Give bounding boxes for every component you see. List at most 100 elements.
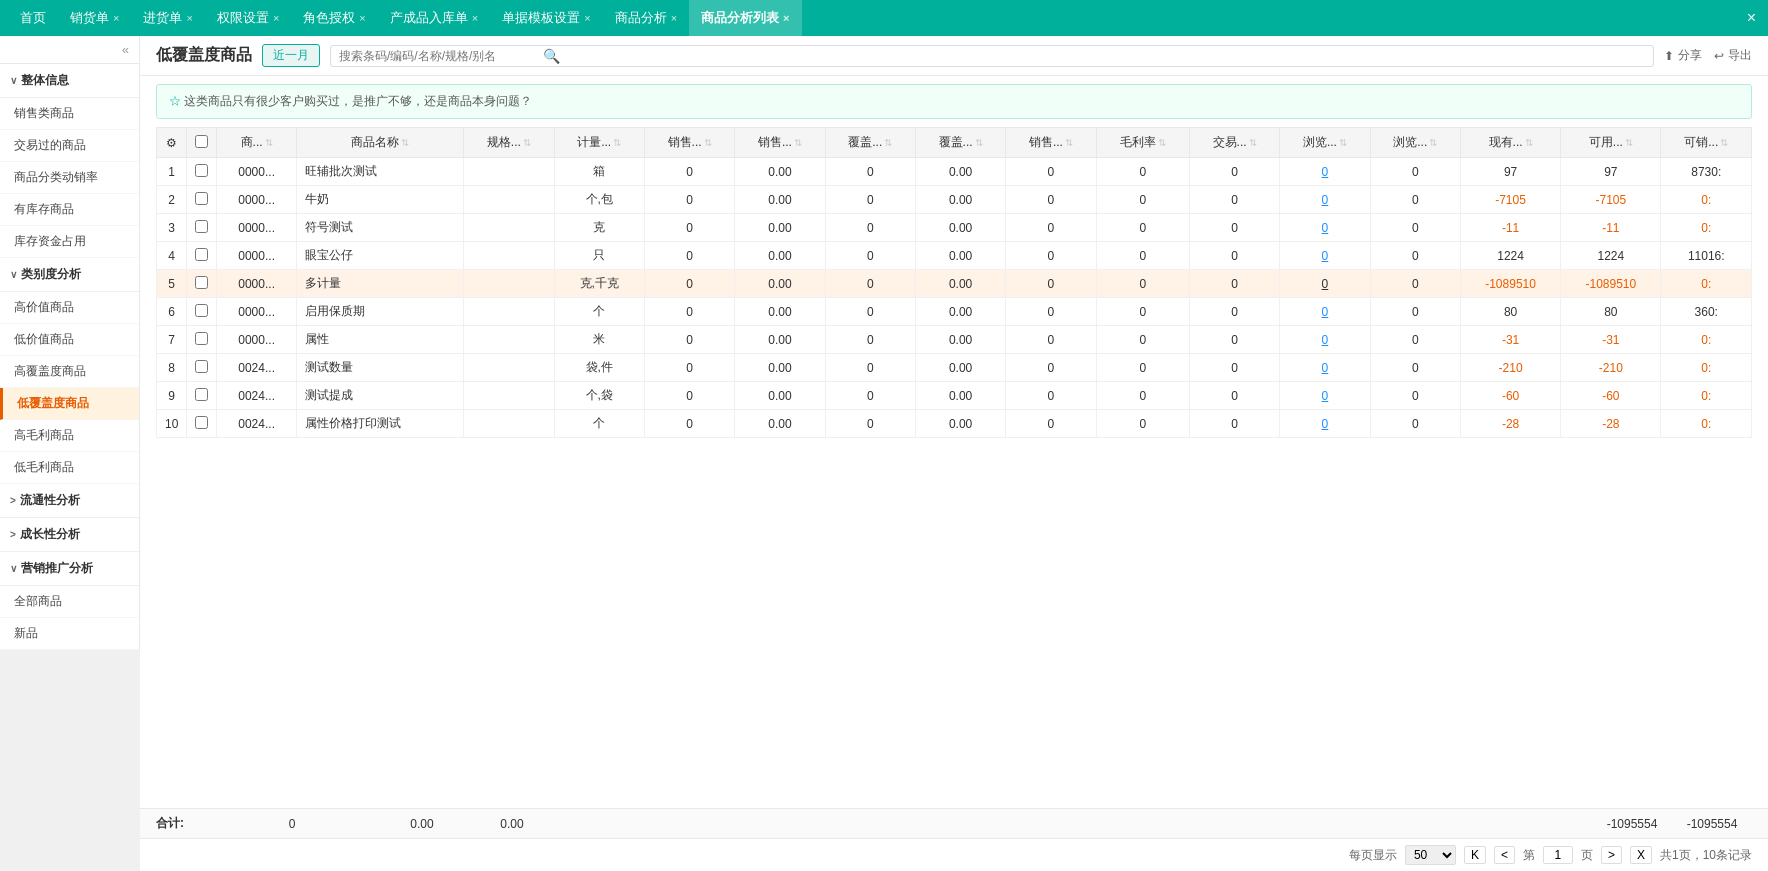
row-select-checkbox[interactable] (195, 388, 208, 401)
sidebar-item-sales-products[interactable]: 销售类商品 (0, 98, 139, 130)
nav-tab-sales[interactable]: 销货单 × (58, 0, 131, 36)
col-settings[interactable]: ⚙ (157, 128, 187, 158)
col-unit-header[interactable]: 计量...⇅ (554, 128, 644, 158)
row-checkbox[interactable] (187, 354, 217, 382)
nav-tab-analysis-close[interactable]: × (671, 12, 677, 24)
row-checkbox[interactable] (187, 382, 217, 410)
col-coverage1-header[interactable]: 覆盖...⇅ (825, 128, 915, 158)
row-browse1[interactable]: 0 (1280, 326, 1370, 354)
col-browse1-header[interactable]: 浏览...⇅ (1280, 128, 1370, 158)
sidebar-section-liquidity[interactable]: > 流通性分析 (0, 484, 139, 518)
row-checkbox[interactable] (187, 410, 217, 438)
sidebar-section-category[interactable]: ∨ 类别度分析 (0, 258, 139, 292)
nav-tab-role-close[interactable]: × (359, 12, 365, 24)
row-browse1[interactable]: 0 (1280, 186, 1370, 214)
nav-tab-home[interactable]: 首页 (8, 0, 58, 36)
col-code-header[interactable]: 商...⇅ (217, 128, 297, 158)
row-select-checkbox[interactable] (195, 248, 208, 261)
nav-tab-analysis[interactable]: 商品分析 × (603, 0, 689, 36)
sidebar-item-traded-products[interactable]: 交易过的商品 (0, 130, 139, 162)
row-select-checkbox[interactable] (195, 304, 208, 317)
row-select-checkbox[interactable] (195, 192, 208, 205)
col-available-header[interactable]: 可用...⇅ (1561, 128, 1661, 158)
col-sales-amt-header[interactable]: 销售...⇅ (735, 128, 825, 158)
nav-tab-template[interactable]: 单据模板设置 × (490, 0, 602, 36)
sidebar-item-category-rate[interactable]: 商品分类动销率 (0, 162, 139, 194)
sidebar-section-overview[interactable]: ∨ 整体信息 (0, 64, 139, 98)
sidebar-item-inventory-capital[interactable]: 库存资金占用 (0, 226, 139, 258)
sidebar-item-high-profit[interactable]: 高毛利商品 (0, 420, 139, 452)
col-spec-header[interactable]: 规格...⇅ (464, 128, 554, 158)
row-browse1[interactable]: 0 (1280, 242, 1370, 270)
sidebar-item-low-value[interactable]: 低价值商品 (0, 324, 139, 356)
row-select-checkbox[interactable] (195, 332, 208, 345)
row-checkbox[interactable] (187, 214, 217, 242)
row-browse1[interactable]: 0 (1280, 410, 1370, 438)
row-select-checkbox[interactable] (195, 276, 208, 289)
nav-tab-purchase-close[interactable]: × (186, 12, 192, 24)
search-icon[interactable]: 🔍 (543, 48, 560, 64)
row-browse1[interactable]: 0 (1280, 270, 1370, 298)
row-checkbox[interactable] (187, 270, 217, 298)
last-page-button[interactable]: X (1630, 846, 1652, 864)
search-input[interactable] (339, 49, 539, 63)
share-button[interactable]: ⬆ 分享 (1664, 47, 1702, 64)
row-checkbox[interactable] (187, 242, 217, 270)
row-checkbox[interactable] (187, 326, 217, 354)
sidebar-item-all-products[interactable]: 全部商品 (0, 586, 139, 618)
row-checkbox[interactable] (187, 186, 217, 214)
col-coverage2-header[interactable]: 覆盖...⇅ (915, 128, 1005, 158)
next-page-button[interactable]: > (1601, 846, 1622, 864)
nav-tab-product[interactable]: 产成品入库单 × (378, 0, 490, 36)
nav-tab-purchase[interactable]: 进货单 × (131, 0, 204, 36)
row-browse1[interactable]: 0 (1280, 298, 1370, 326)
row-select-checkbox[interactable] (195, 164, 208, 177)
nav-tab-analysis-list-close[interactable]: × (783, 12, 789, 24)
row-browse1[interactable]: 0 (1280, 382, 1370, 410)
col-checkbox-header[interactable] (187, 128, 217, 158)
prev-page-button[interactable]: < (1494, 846, 1515, 864)
row-browse1[interactable]: 0 (1280, 214, 1370, 242)
sidebar-item-high-coverage[interactable]: 高覆盖度商品 (0, 356, 139, 388)
row-browse1[interactable]: 0 (1280, 158, 1370, 186)
data-table-wrapper[interactable]: ⚙ 商...⇅ 商品名称⇅ 规格...⇅ 计量...⇅ 销售...⇅ 销售...… (140, 127, 1768, 808)
row-checkbox[interactable] (187, 298, 217, 326)
col-name-header[interactable]: 商品名称⇅ (296, 128, 463, 158)
filter-period-button[interactable]: 近一月 (262, 44, 320, 67)
nav-tab-template-close[interactable]: × (584, 12, 590, 24)
sidebar-section-marketing[interactable]: ∨ 营销推广分析 (0, 552, 139, 586)
sidebar-item-high-value[interactable]: 高价值商品 (0, 292, 139, 324)
sidebar-item-new-products[interactable]: 新品 (0, 618, 139, 650)
col-gross-header[interactable]: 毛利率⇅ (1096, 128, 1189, 158)
first-page-button[interactable]: K (1464, 846, 1486, 864)
nav-tab-purchase-label: 进货单 (143, 9, 182, 27)
col-curr-stock-header[interactable]: 现有...⇅ (1460, 128, 1560, 158)
col-sales-pct-header[interactable]: 销售...⇅ (1006, 128, 1096, 158)
nav-tab-permission-close[interactable]: × (273, 12, 279, 24)
col-saleable-header[interactable]: 可销...⇅ (1661, 128, 1752, 158)
sidebar-item-low-profit[interactable]: 低毛利商品 (0, 452, 139, 484)
nav-tab-permission[interactable]: 权限设置 × (205, 0, 291, 36)
col-browse2-header[interactable]: 浏览...⇅ (1370, 128, 1460, 158)
nav-tab-role[interactable]: 角色授权 × (291, 0, 377, 36)
sidebar-collapse-button[interactable]: « (122, 42, 129, 57)
sidebar-section-growth[interactable]: > 成长性分析 (0, 518, 139, 552)
row-select-checkbox[interactable] (195, 220, 208, 233)
page-number-input[interactable] (1543, 846, 1573, 864)
sidebar-item-low-coverage[interactable]: 低覆盖度商品 (0, 388, 139, 420)
close-all-tabs-button[interactable]: × (1747, 9, 1756, 27)
row-browse1[interactable]: 0 (1280, 354, 1370, 382)
nav-tab-product-close[interactable]: × (472, 12, 478, 24)
sidebar-item-stocked-products[interactable]: 有库存商品 (0, 194, 139, 226)
select-all-checkbox[interactable] (195, 135, 208, 148)
col-sales-qty-header[interactable]: 销售...⇅ (644, 128, 734, 158)
nav-tab-analysis-list[interactable]: 商品分析列表 × (689, 0, 801, 36)
row-select-checkbox[interactable] (195, 360, 208, 373)
col-transaction-header[interactable]: 交易...⇅ (1189, 128, 1279, 158)
row-select-checkbox[interactable] (195, 416, 208, 429)
row-checkbox[interactable] (187, 158, 217, 186)
export-button[interactable]: ↩ 导出 (1714, 47, 1752, 64)
page-size-select[interactable]: 50 100 200 (1405, 845, 1456, 865)
row-browse2: 0 (1370, 158, 1460, 186)
nav-tab-sales-close[interactable]: × (113, 12, 119, 24)
